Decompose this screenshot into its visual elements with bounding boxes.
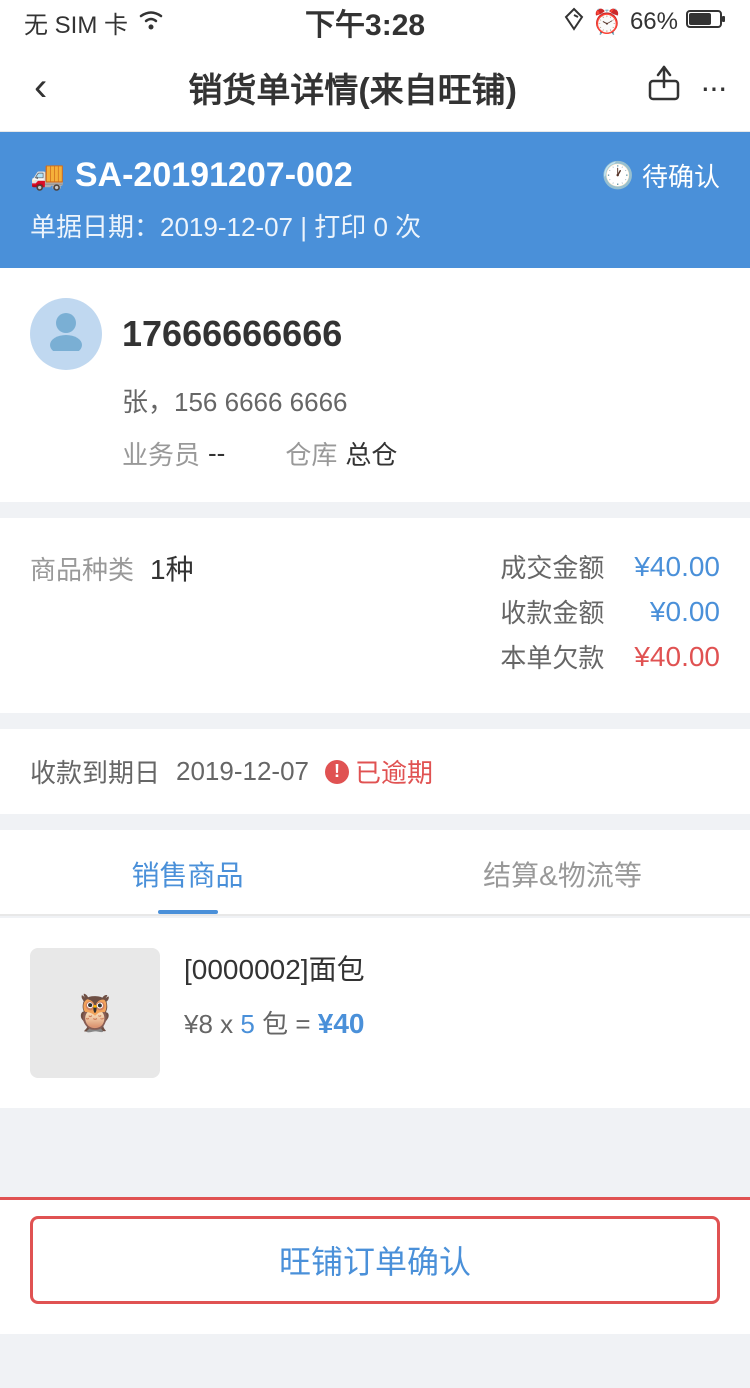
due-date-label: 收款到期日 — [30, 753, 160, 790]
product-thumbnail: 🦉 — [30, 948, 160, 1078]
customer-section: 17666666666 张，156 6666 6666 业务员 -- 仓库 总仓 — [0, 268, 750, 502]
order-id: 🚚 SA-20191207-002 — [30, 156, 353, 195]
no-sim-label: 无 SIM 卡 — [24, 5, 128, 40]
customer-phone: 17666666666 — [122, 313, 342, 355]
product-name: [0000002]面包 — [184, 948, 720, 988]
customer-name: 张，156 6666 6666 — [30, 382, 720, 419]
warehouse-meta: 仓库 总仓 — [285, 435, 397, 472]
product-section: 🦉 [0000002]面包 ¥8 x 5 包 = ¥40 — [0, 918, 750, 1108]
tab-settlement[interactable]: 结算&物流等 — [375, 830, 750, 914]
overdue-icon: ! — [325, 760, 349, 784]
status-bar: 无 SIM 卡 下午3:28 ⏰ 66% — [0, 0, 750, 44]
status-bar-left: 无 SIM 卡 — [24, 5, 166, 40]
due-section: 收款到期日 2019-12-07 ! 已逾期 — [0, 729, 750, 814]
order-date: 单据日期：2019-12-07 | 打印 0 次 — [30, 207, 720, 244]
salesperson-meta: 业务员 -- — [122, 435, 225, 472]
overdue-label: 已逾期 — [355, 753, 433, 790]
avatar — [30, 298, 102, 370]
alarm-icon: ⏰ — [592, 8, 622, 37]
confirm-order-button[interactable]: 旺铺订单确认 — [30, 1216, 720, 1304]
summary-right: 成交金额 ¥40.00 收款金额 ¥0.00 本单欠款 ¥40.00 — [500, 548, 720, 683]
received-row: 收款金额 ¥0.00 — [500, 593, 720, 630]
more-button[interactable]: ··· — [700, 69, 726, 106]
page-title: 销货单详情(来自旺铺) — [188, 63, 517, 112]
tab-sales-product[interactable]: 销售商品 — [0, 830, 375, 914]
status-bar-time: 下午3:28 — [305, 0, 425, 44]
product-total: ¥40 — [318, 1008, 365, 1039]
amount-value: ¥40.00 — [634, 551, 720, 583]
nav-actions: ··· — [648, 65, 726, 110]
owed-value: ¥40.00 — [634, 641, 720, 673]
user-icon — [44, 307, 88, 361]
product-type: 商品种类 1种 — [30, 548, 194, 588]
warehouse-value: 总仓 — [345, 435, 397, 472]
share-button[interactable] — [648, 65, 680, 110]
product-quantity: 5 — [240, 1009, 254, 1039]
product-item: 🦉 [0000002]面包 ¥8 x 5 包 = ¥40 — [30, 948, 720, 1078]
due-date-value: 2019-12-07 — [176, 756, 309, 787]
warehouse-label: 仓库 — [285, 435, 337, 472]
truck-icon: 🚚 — [30, 159, 65, 192]
owed-row: 本单欠款 ¥40.00 — [500, 638, 720, 675]
order-status: 🕐 待确认 — [602, 157, 720, 194]
summary-left: 商品种类 1种 — [30, 548, 194, 588]
order-header: 🚚 SA-20191207-002 🕐 待确认 单据日期：2019-12-07 … — [0, 132, 750, 268]
overdue-badge: ! 已逾期 — [325, 753, 433, 790]
wifi-icon — [136, 8, 166, 37]
nav-bar: ‹ 销货单详情(来自旺铺) ··· — [0, 44, 750, 132]
battery-icon — [686, 8, 726, 37]
amount-row: 成交金额 ¥40.00 — [500, 548, 720, 585]
salesperson-label: 业务员 — [122, 435, 200, 472]
customer-meta: 业务员 -- 仓库 总仓 — [30, 435, 720, 472]
tab-bar: 销售商品 结算&物流等 — [0, 830, 750, 916]
back-button[interactable]: ‹ — [24, 55, 57, 120]
battery-label: 66% — [630, 8, 678, 36]
confirm-button-wrap: 旺铺订单确认 — [0, 1197, 750, 1334]
salesperson-value: -- — [208, 438, 225, 469]
product-thumb-icon: 🦉 — [73, 992, 118, 1034]
status-bar-right: ⏰ 66% — [564, 7, 726, 38]
received-value: ¥0.00 — [650, 596, 720, 628]
summary-section: 商品种类 1种 成交金额 ¥40.00 收款金额 ¥0.00 本单欠款 ¥40.… — [0, 518, 750, 713]
product-info: [0000002]面包 ¥8 x 5 包 = ¥40 — [184, 948, 720, 1041]
product-price: ¥8 x 5 包 = ¥40 — [184, 1004, 720, 1041]
location-icon — [564, 7, 584, 38]
clock-icon: 🕐 — [602, 160, 634, 191]
